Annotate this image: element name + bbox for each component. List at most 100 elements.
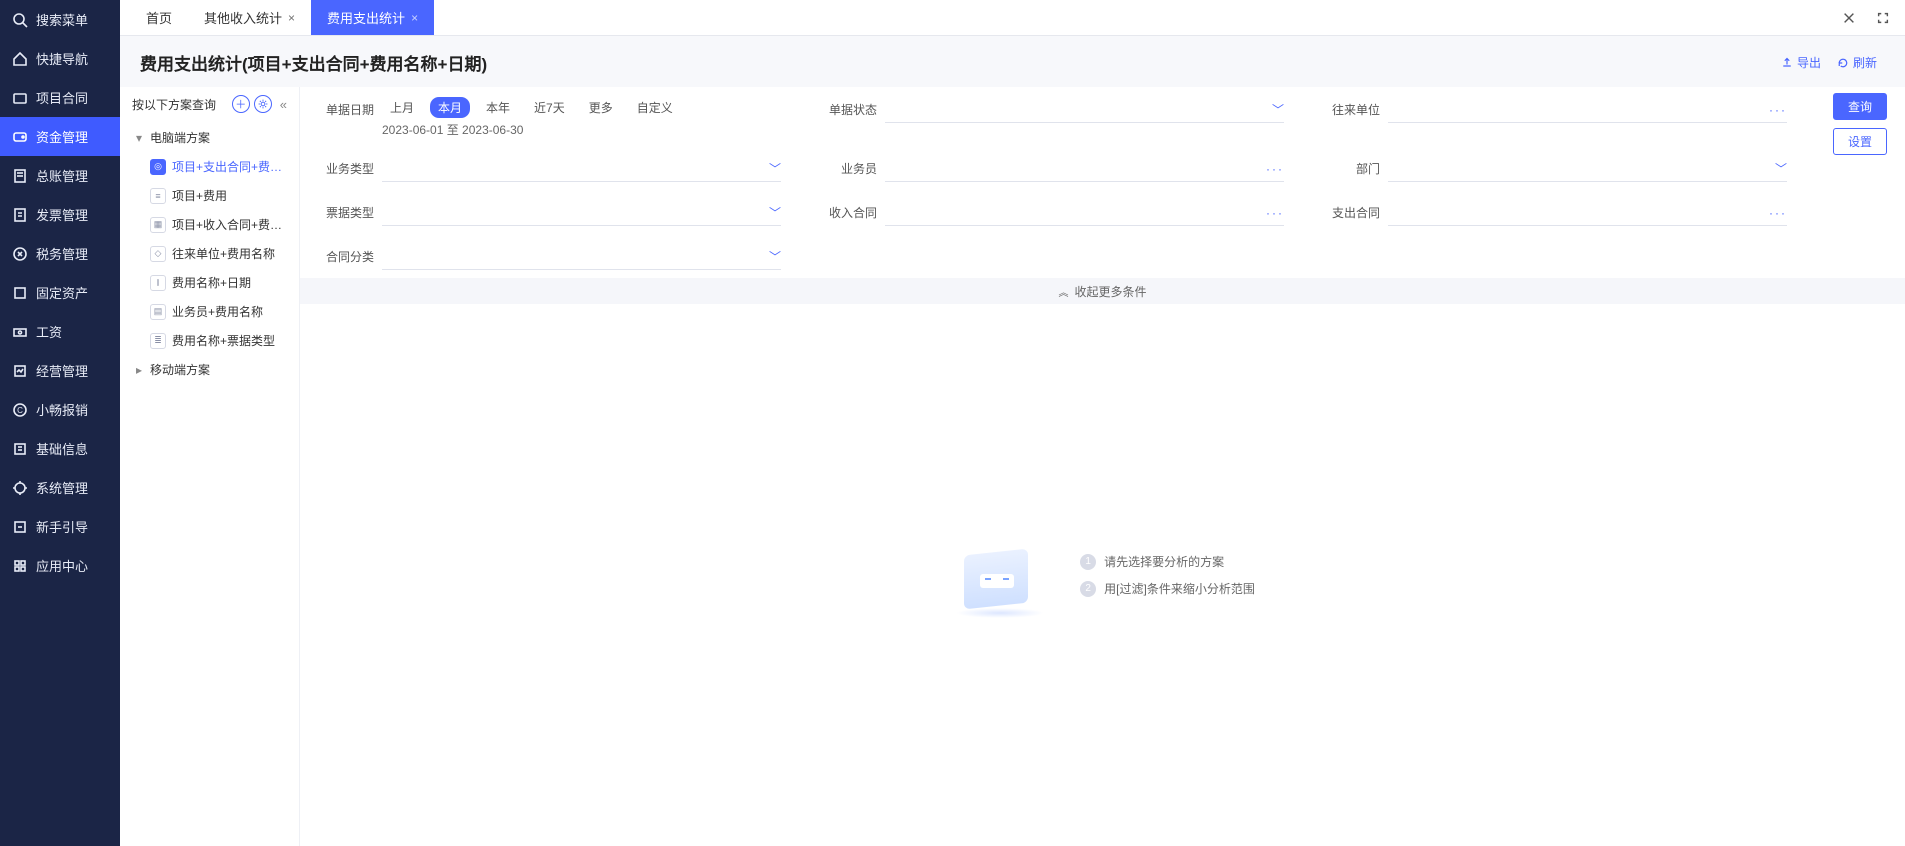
collapse-filters-label: 收起更多条件 <box>1074 283 1146 300</box>
filter-label: 往来单位 <box>1324 97 1380 118</box>
scheme-item[interactable]: ◎ 项目+支出合同+费用... <box>132 152 293 181</box>
sidebar-item-salary[interactable]: 工资 <box>0 312 120 351</box>
scheme-item-label: 费用名称+票据类型 <box>172 332 289 349</box>
scheme-group-label: 移动端方案 <box>150 361 210 378</box>
search-icon <box>12 12 28 28</box>
more-icon: ··· <box>1266 206 1284 220</box>
filter-label: 票据类型 <box>318 200 374 221</box>
sidebar-item-label: 搜索菜单 <box>36 10 88 29</box>
sidebar-item-tax[interactable]: 税务管理 <box>0 234 120 273</box>
collapse-filters-bar[interactable]: ︽ 收起更多条件 <box>300 278 1905 304</box>
scheme-item[interactable]: ≡ 项目+费用 <box>132 181 293 210</box>
sidebar-item-invoice[interactable]: 发票管理 <box>0 195 120 234</box>
scheme-item[interactable]: ◇ 往来单位+费用名称 <box>132 239 293 268</box>
scheme-item[interactable]: ≣ 费用名称+票据类型 <box>132 326 293 355</box>
close-icon[interactable]: × <box>411 11 418 25</box>
scheme-item-label: 费用名称+日期 <box>172 274 289 291</box>
sidebar-item-guide[interactable]: 新手引导 <box>0 507 120 546</box>
more-icon: ··· <box>1769 206 1787 220</box>
folder-icon <box>12 90 28 106</box>
tab-label: 首页 <box>146 8 172 27</box>
collapse-scheme-panel-button[interactable]: « <box>276 97 291 112</box>
date-quick-this-year[interactable]: 本年 <box>478 97 518 118</box>
scheme-settings-button[interactable] <box>254 95 272 113</box>
filter-label: 单据状态 <box>821 97 877 118</box>
sidebar-item-xiaochang-baoxiao[interactable]: C 小畅报销 <box>0 390 120 429</box>
filter-label: 业务员 <box>821 156 877 177</box>
filter-contract-category: 合同分类 ﹀ <box>318 244 781 270</box>
filter-label: 业务类型 <box>318 156 374 177</box>
refresh-button[interactable]: 刷新 <box>1829 51 1885 74</box>
settings-button[interactable]: 设置 <box>1833 128 1887 155</box>
filter-expense-contract: 支出合同 ··· <box>1324 200 1787 226</box>
export-button[interactable]: 导出 <box>1773 51 1829 74</box>
expense-icon: C <box>12 402 28 418</box>
scheme-item-label: 往来单位+费用名称 <box>172 245 289 262</box>
filter-salesman: 业务员 ··· <box>821 156 1284 182</box>
date-quick-prev-month[interactable]: 上月 <box>382 97 422 118</box>
filter-label: 收入合同 <box>821 200 877 221</box>
biztype-select[interactable]: ﹀ <box>382 156 781 182</box>
step-number-2: 2 <box>1080 581 1096 597</box>
sidebar-item-fixed-asset[interactable]: 固定资产 <box>0 273 120 312</box>
invoice-icon <box>12 207 28 223</box>
filter-label: 单据日期 <box>318 97 374 118</box>
scheme-item[interactable]: ▦ 项目+收入合同+费用... <box>132 210 293 239</box>
sidebar-item-fund-management[interactable]: 资金管理 <box>0 117 120 156</box>
date-quick-custom[interactable]: 自定义 <box>629 97 681 118</box>
close-icon[interactable]: × <box>288 11 295 25</box>
scheme-group-desktop[interactable]: ▾ 电脑端方案 <box>132 123 293 152</box>
empty-step-1: 请先选择要分析的方案 <box>1104 553 1224 570</box>
query-button[interactable]: 查询 <box>1833 93 1887 120</box>
sidebar-item-general-ledger[interactable]: 总账管理 <box>0 156 120 195</box>
sidebar-item-project-contract[interactable]: 项目合同 <box>0 78 120 117</box>
sidebar-item-search-menu[interactable]: 搜索菜单 <box>0 0 120 39</box>
salesman-picker[interactable]: ··· <box>885 156 1284 182</box>
tabs-bar: 首页 其他收入统计 × 费用支出统计 × <box>120 0 1905 36</box>
fullscreen-button[interactable] <box>1871 6 1895 30</box>
sidebar-item-label: 快捷导航 <box>36 49 88 68</box>
contract-category-select[interactable]: ﹀ <box>382 244 781 270</box>
bar-chart-icon: ⫾ <box>150 275 166 291</box>
sidebar: 搜索菜单 快捷导航 项目合同 资金管理 总账管理 发票管理 税务管理 固定资产 <box>0 0 120 846</box>
party-picker[interactable]: ··· <box>1388 97 1787 123</box>
target-icon: ◎ <box>150 159 166 175</box>
expense-contract-picker[interactable]: ··· <box>1388 200 1787 226</box>
tab-expense-stats[interactable]: 费用支出统计 × <box>311 0 434 35</box>
billtype-select[interactable]: ﹀ <box>382 200 781 226</box>
sidebar-item-app-center[interactable]: 应用中心 <box>0 546 120 585</box>
export-label: 导出 <box>1797 54 1821 71</box>
status-select[interactable]: ﹀ <box>885 97 1284 123</box>
sidebar-item-basic-info[interactable]: 基础信息 <box>0 429 120 468</box>
chevron-down-icon: ﹀ <box>769 248 781 265</box>
wallet-icon <box>12 129 28 145</box>
dept-select[interactable]: ﹀ <box>1388 156 1787 182</box>
tab-home[interactable]: 首页 <box>130 0 188 35</box>
scheme-panel-title: 按以下方案查询 <box>132 96 228 113</box>
guide-icon <box>12 519 28 535</box>
caret-down-icon: ▾ <box>136 131 146 145</box>
sidebar-item-system[interactable]: 系统管理 <box>0 468 120 507</box>
filter-label: 部门 <box>1324 156 1380 177</box>
sidebar-item-quicknav[interactable]: 快捷导航 <box>0 39 120 78</box>
scheme-group-mobile[interactable]: ▸ 移动端方案 <box>132 355 293 384</box>
step-number-1: 1 <box>1080 554 1096 570</box>
date-quick-this-month[interactable]: 本月 <box>430 97 470 118</box>
income-contract-picker[interactable]: ··· <box>885 200 1284 226</box>
chevron-down-icon: ﹀ <box>1775 160 1787 177</box>
chart-icon: ≡ <box>150 188 166 204</box>
add-scheme-button[interactable]: ＋ <box>232 95 250 113</box>
tab-other-income-stats[interactable]: 其他收入统计 × <box>188 0 311 35</box>
date-quick-more[interactable]: 更多 <box>581 97 621 118</box>
sidebar-item-business[interactable]: 经营管理 <box>0 351 120 390</box>
scheme-item-label: 项目+费用 <box>172 187 289 204</box>
scheme-item[interactable]: ▤ 业务员+费用名称 <box>132 297 293 326</box>
close-all-tabs-button[interactable] <box>1837 6 1861 30</box>
empty-state: 1请先选择要分析的方案 2用[过滤]条件来缩小分析范围 <box>300 304 1905 846</box>
date-quick-7days[interactable]: 近7天 <box>526 97 573 118</box>
chevron-up-icon: ︽ <box>1058 284 1068 299</box>
filter-department: 部门 ﹀ <box>1324 156 1787 182</box>
chevron-down-icon: ﹀ <box>1272 101 1284 118</box>
scheme-item[interactable]: ⫾ 费用名称+日期 <box>132 268 293 297</box>
sidebar-item-label: 新手引导 <box>36 517 88 536</box>
